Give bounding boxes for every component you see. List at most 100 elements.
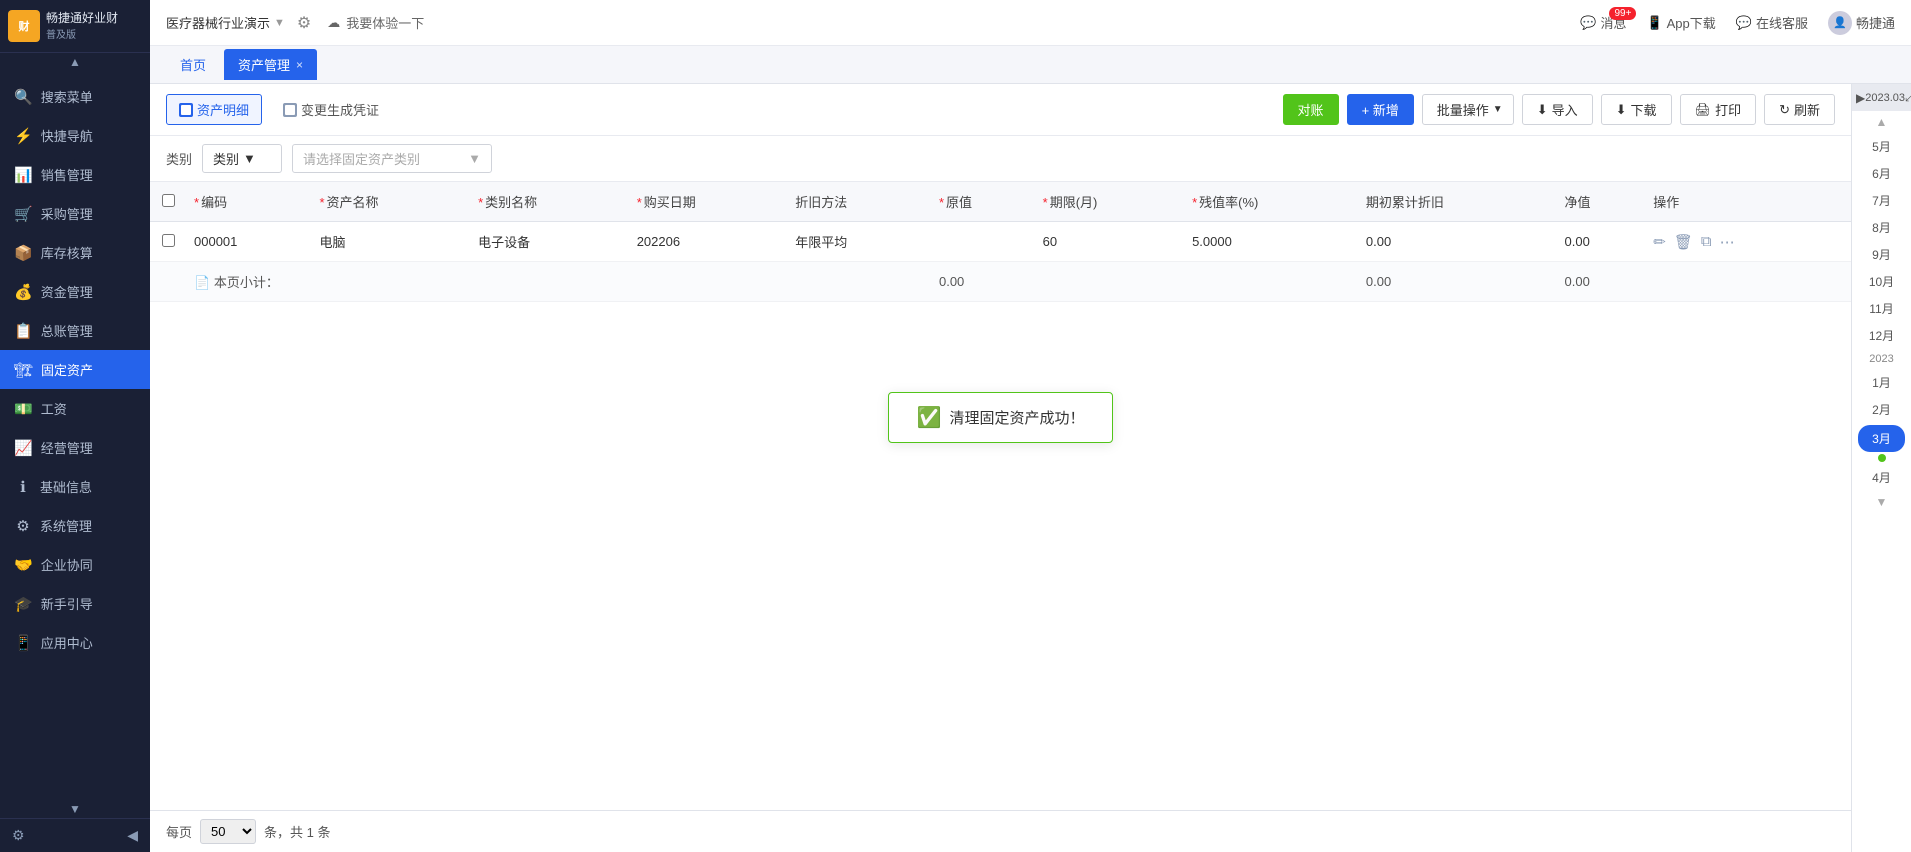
cal-month-mar[interactable]: 3月	[1858, 425, 1905, 452]
username: 畅捷通	[1856, 13, 1895, 32]
sub-tab-asset-detail[interactable]: 资产明细	[166, 94, 262, 125]
tab-home[interactable]: 首页	[166, 49, 220, 80]
print-button[interactable]: 🖨 打印	[1680, 94, 1757, 125]
edit-icon[interactable]: ✏	[1653, 233, 1666, 251]
copy-icon[interactable]: ⧉	[1701, 233, 1712, 251]
sidebar-item-label: 快捷导航	[41, 126, 93, 145]
row-checkbox-cell[interactable]	[150, 222, 186, 262]
sidebar-item-enterprise[interactable]: 🤝 企业协同	[0, 545, 150, 584]
success-icon: ✅	[917, 405, 942, 430]
cal-month-7[interactable]: 7月	[1852, 187, 1911, 214]
content-area: 资产明细 变更生成凭证 对账 + 新增 批量操作 ▼ ⬇	[150, 84, 1911, 852]
cal-scroll-down[interactable]: ▼	[1852, 491, 1911, 513]
select-all-checkbox[interactable]	[162, 194, 175, 207]
settings-icon[interactable]: ⚙	[297, 13, 311, 33]
guide-icon: 🎓	[14, 595, 33, 613]
category-value-select[interactable]: 请选择固定资产类别 ▼	[292, 144, 492, 173]
topbar: 医疗器械行业演示 ▼ ⚙ ☁ 我要体验一下 💬 消息 99+ 📱 App下载 💬…	[150, 0, 1911, 46]
sidebar-item-purchase[interactable]: 🛒 采购管理	[0, 194, 150, 233]
subtotal-empty3	[1184, 262, 1358, 302]
system-icon: ⚙	[14, 517, 32, 535]
batch-ops-button[interactable]: 批量操作 ▼	[1422, 94, 1514, 125]
cal-month-5[interactable]: 5月	[1852, 133, 1911, 160]
subtotal-label-text: 📄	[194, 275, 210, 290]
subtotal-text: 本页小计：	[214, 275, 279, 290]
tab-asset-management[interactable]: 资产管理 ×	[224, 49, 317, 80]
capital-icon: 💰	[14, 283, 33, 301]
col-residual-rate: *残值率(%)	[1184, 182, 1358, 222]
sidebar-item-label: 销售管理	[41, 165, 93, 184]
cal-month-10[interactable]: 10月	[1852, 268, 1911, 295]
messages-action[interactable]: 💬 消息 99+	[1580, 13, 1626, 32]
online-service-label: 在线客服	[1756, 13, 1808, 32]
sidebar-item-label: 系统管理	[40, 516, 92, 535]
calendar-year-month: 2023.03	[1865, 92, 1905, 104]
cal-month-12[interactable]: 12月	[1852, 322, 1911, 349]
expand-icon[interactable]: ⤢	[1905, 90, 1911, 105]
sidebar-item-capital[interactable]: 💰 资金管理	[0, 272, 150, 311]
batch-ops-label: 批量操作	[1437, 100, 1489, 119]
cal-scroll-up[interactable]: ▲	[1852, 111, 1911, 133]
sidebar-item-label: 经营管理	[41, 438, 93, 457]
sidebar-item-guide[interactable]: 🎓 新手引导	[0, 584, 150, 623]
cell-ops: ✏ 🗑 ⧉ ⋯	[1645, 222, 1851, 262]
sidebar-footer: ⚙ ◀	[0, 818, 150, 852]
cal-month-apr[interactable]: 4月	[1852, 464, 1911, 491]
online-service-action[interactable]: 💬 在线客服	[1736, 13, 1808, 32]
cloud-icon: ☁	[327, 15, 340, 31]
category-type-select[interactable]: 类别 ▼	[202, 144, 282, 173]
cell-residual-rate: 5.0000	[1184, 222, 1358, 262]
cal-month-6[interactable]: 6月	[1852, 160, 1911, 187]
tabs-bar: 首页 资产管理 ×	[150, 46, 1911, 84]
company-selector[interactable]: 医疗器械行业演示 ▼	[166, 13, 285, 32]
sidebar-item-sales[interactable]: 📊 销售管理	[0, 155, 150, 194]
cal-month-jan[interactable]: 1月	[1852, 369, 1911, 396]
collapse-icon[interactable]: ◀	[127, 827, 138, 844]
sidebar-item-ledger[interactable]: 📋 总账管理	[0, 311, 150, 350]
download-button[interactable]: ⬇ 下载	[1601, 94, 1672, 125]
sidebar-item-salary[interactable]: 💵 工资	[0, 389, 150, 428]
subtotal-ops-empty	[1645, 262, 1851, 302]
pagination-bar: 每页 50 100 200 条，共 1 条	[150, 810, 1851, 852]
table-row: 000001 电脑 电子设备 202206 年限平均 60 5.0000 0.0…	[150, 222, 1851, 262]
cal-month-8[interactable]: 8月	[1852, 214, 1911, 241]
cell-name: 电脑	[311, 222, 470, 262]
more-icon[interactable]: ⋯	[1720, 233, 1735, 251]
reconcile-button[interactable]: 对账	[1283, 94, 1339, 125]
sidebar-header: 财 畅捷通好业财 普及版	[0, 0, 150, 53]
sidebar-item-fixed-assets[interactable]: 🏗 固定资产	[0, 350, 150, 389]
sidebar-item-system[interactable]: ⚙ 系统管理	[0, 506, 150, 545]
new-button[interactable]: + 新增	[1347, 94, 1414, 125]
delete-icon[interactable]: 🗑	[1674, 233, 1693, 251]
sidebar-item-basic-info[interactable]: ℹ 基础信息	[0, 467, 150, 506]
cell-purchase-date: 202206	[629, 222, 788, 262]
panel-toggle-left[interactable]: ▶	[1856, 91, 1865, 105]
sidebar-item-app-center[interactable]: 📱 应用中心	[0, 623, 150, 662]
subtotal-empty2	[1035, 262, 1184, 302]
sidebar-scroll-up[interactable]: ▲	[0, 53, 150, 71]
sidebar-scroll-down[interactable]: ▼	[0, 800, 150, 818]
user-menu[interactable]: 👤 畅捷通	[1828, 11, 1895, 35]
import-button[interactable]: ⬇ 导入	[1522, 94, 1593, 125]
per-page-select[interactable]: 50 100 200	[200, 819, 256, 844]
tab-close-icon[interactable]: ×	[296, 58, 303, 72]
tab-label: 资产管理	[238, 55, 290, 74]
right-panel-header: ▶ 2023.03 ⤢	[1852, 84, 1911, 111]
cal-month-9[interactable]: 9月	[1852, 241, 1911, 268]
sidebar-item-quick-nav[interactable]: ⚡ 快捷导航	[0, 116, 150, 155]
cal-month-11[interactable]: 11月	[1852, 295, 1911, 322]
cell-accum-depreciation: 0.00	[1358, 222, 1557, 262]
service-icon: 💬	[1736, 15, 1752, 31]
row-checkbox[interactable]	[162, 234, 175, 247]
sidebar-item-operations[interactable]: 📈 经营管理	[0, 428, 150, 467]
select-all-header[interactable]	[150, 182, 186, 222]
sub-tab-change-voucher[interactable]: 变更生成凭证	[270, 94, 392, 125]
refresh-button[interactable]: ↻ 刷新	[1764, 94, 1835, 125]
sidebar-item-inventory[interactable]: 📦 库存核算	[0, 233, 150, 272]
settings-icon[interactable]: ⚙	[12, 827, 25, 844]
app-download-action[interactable]: 📱 App下载	[1646, 13, 1715, 32]
sidebar-item-search[interactable]: 🔍 搜索菜单	[0, 77, 150, 116]
experience-button[interactable]: ☁ 我要体验一下	[327, 13, 424, 32]
col-code: *编码	[186, 182, 311, 222]
cal-month-feb[interactable]: 2月	[1852, 396, 1911, 423]
